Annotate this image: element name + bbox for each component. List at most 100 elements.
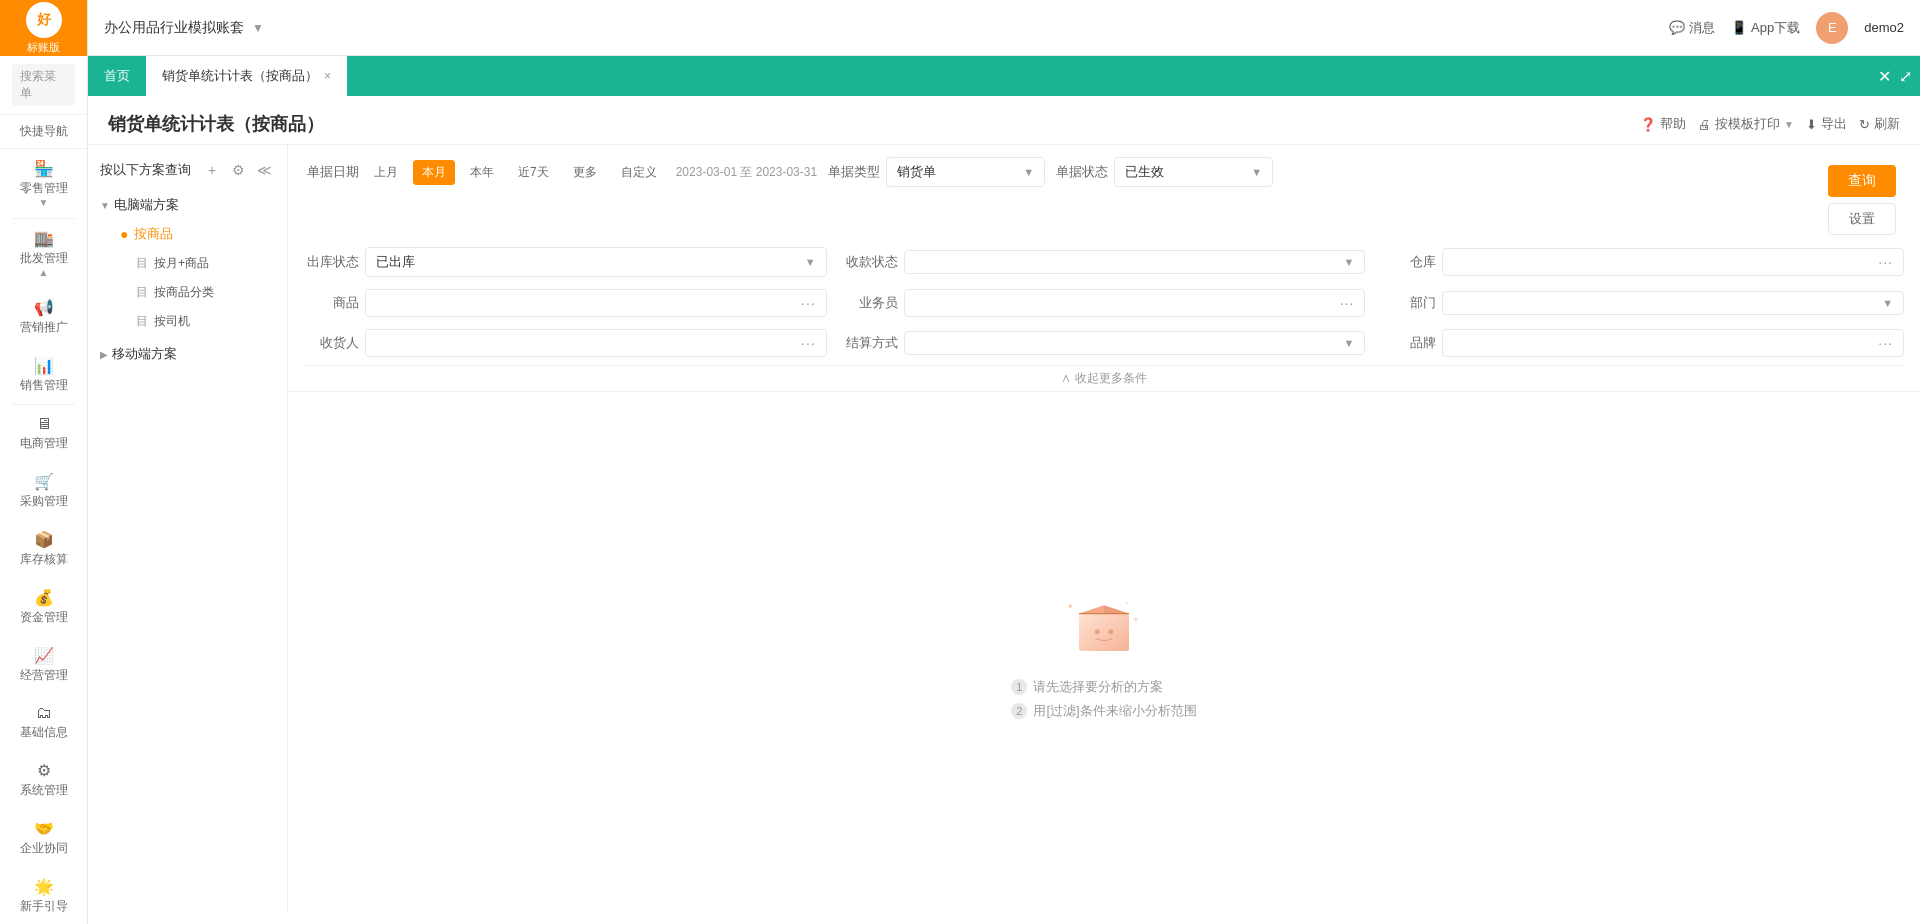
sidebar-item-marketing[interactable]: 📢 营销推广 <box>0 288 87 346</box>
empty-illustration: ✦ ✦ ✦ <box>1054 586 1154 666</box>
avatar-text: E <box>1828 20 1837 35</box>
more-btn[interactable]: 更多 <box>564 160 606 185</box>
salesperson-select[interactable]: ··· <box>904 289 1366 317</box>
scheme-subitem-month-product[interactable]: 目 按月+商品 <box>88 249 287 278</box>
brand-label: 品牌 <box>1381 334 1436 352</box>
page-title: 销货单统计计表（按商品） <box>108 112 324 136</box>
salesperson-cell: 业务员 ··· <box>843 289 1366 317</box>
message-label: 消息 <box>1689 19 1715 37</box>
home-tab-label: 首页 <box>104 67 130 85</box>
this-year-btn[interactable]: 本年 <box>461 160 503 185</box>
export-btn[interactable]: ⬇ 导出 <box>1806 115 1847 133</box>
sidebar-item-operations[interactable]: 📈 经营管理 <box>0 636 87 694</box>
sidebar-item-sales[interactable]: 📊 销售管理 <box>0 346 87 404</box>
quick-nav[interactable]: 快捷导航 <box>0 115 87 149</box>
last7-btn[interactable]: 近7天 <box>509 160 558 185</box>
product-select[interactable]: ··· <box>365 289 827 317</box>
sidebar-item-system[interactable]: ⚙ 系统管理 <box>0 751 87 809</box>
svg-text:✦: ✦ <box>1125 600 1129 606</box>
scheme-group-desktop-header[interactable]: ▼ 电脑端方案 <box>88 191 287 219</box>
export-label: 导出 <box>1821 115 1847 133</box>
help-icon: ❓ <box>1640 117 1656 132</box>
mobile-group-arrow: ▶ <box>100 349 108 360</box>
filter-area: 单据日期 上月 本月 本年 近7天 更多 自定义 2023-03-01 至 20… <box>288 145 1920 392</box>
data-area: ✦ ✦ ✦ 1 请先选择要分析的方案 2 用[过滤]条件来缩小分析范围 <box>288 392 1920 913</box>
sidebar-item-purchase[interactable]: 🛒 采购管理 <box>0 462 87 520</box>
retail-arrow: ▼ <box>39 197 49 208</box>
bill-type-select[interactable]: 销货单 ▼ <box>886 157 1045 187</box>
salesperson-label: 业务员 <box>843 294 898 312</box>
page-header: 销货单统计计表（按商品） ❓ 帮助 🖨 按模板打印 ▼ ⬇ 导出 ↻ 刷新 <box>88 96 1920 145</box>
by-product-icon: ● <box>120 226 128 242</box>
search-input-fake[interactable]: 搜索菜单 <box>12 64 75 106</box>
tab-maximize[interactable]: ⤢ <box>1899 67 1912 86</box>
page-content: 销货单统计计表（按商品） ❓ 帮助 🖨 按模板打印 ▼ ⬇ 导出 ↻ 刷新 <box>88 96 1920 924</box>
refresh-icon: ↻ <box>1859 117 1870 132</box>
warehouse-select[interactable]: ··· <box>1442 248 1904 276</box>
last-month-btn[interactable]: 上月 <box>365 160 407 185</box>
query-btn[interactable]: 查询 <box>1828 165 1896 197</box>
scheme-subitem-driver[interactable]: 目 按司机 <box>88 307 287 336</box>
scheme-settings-btn[interactable]: ⚙ <box>227 159 249 181</box>
system-icon: ⚙ <box>37 761 51 780</box>
search-area[interactable]: 搜索菜单 <box>0 56 87 115</box>
search-label: 搜索菜单 <box>20 69 56 100</box>
help-label: 帮助 <box>1660 115 1686 133</box>
scheme-subitem-category[interactable]: 目 按商品分类 <box>88 278 287 307</box>
tab-home[interactable]: 首页 <box>88 56 146 96</box>
bill-status-select[interactable]: 已生效 ▼ <box>1114 157 1273 187</box>
this-month-btn[interactable]: 本月 <box>413 160 455 185</box>
scheme-group-mobile-header[interactable]: ▶ 移动端方案 <box>88 340 287 368</box>
setting-btn[interactable]: 设置 <box>1828 203 1896 235</box>
sidebar-item-retail[interactable]: 🏪 零售管理 ▼ <box>0 149 87 218</box>
sidebar-item-agreement[interactable]: 🤝 企业协同 <box>0 809 87 867</box>
app-download-btn[interactable]: 📱 App下载 <box>1731 19 1800 37</box>
filter-row-1-left: 单据日期 上月 本月 本年 近7天 更多 自定义 2023-03-01 至 20… <box>304 157 1828 187</box>
date-range-display: 2023-03-01 至 2023-03-31 <box>676 164 817 181</box>
marketing-icon: 📢 <box>34 298 54 317</box>
tab-close-icon[interactable]: × <box>324 69 331 83</box>
tab-close-window[interactable]: ✕ <box>1878 67 1891 86</box>
bill-type-arrow: ▼ <box>1023 166 1034 178</box>
scheme-panel-actions: + ⚙ ≪ <box>201 159 275 181</box>
sidebar-item-inventory[interactable]: 📦 库存核算 <box>0 520 87 578</box>
filter-row-1: 单据日期 上月 本月 本年 近7天 更多 自定义 2023-03-01 至 20… <box>304 157 1904 235</box>
tabbar: 首页 销货单统计计表（按商品） × ✕ ⤢ <box>88 56 1920 96</box>
settlement-select[interactable]: ▼ <box>904 331 1366 355</box>
refresh-btn[interactable]: ↻ 刷新 <box>1859 115 1900 133</box>
logo[interactable]: 好 标账版 <box>0 0 87 56</box>
tab-active[interactable]: 销货单统计计表（按商品） × <box>146 56 347 96</box>
sidebar-item-basics[interactable]: 🗂 基础信息 <box>0 694 87 751</box>
content-layout: 按以下方案查询 + ⚙ ≪ ▼ 电脑端方案 ● 按商品 <box>88 145 1920 913</box>
by-product-label: 按商品 <box>134 225 173 243</box>
print-btn[interactable]: 🖨 按模板打印 ▼ <box>1698 115 1794 133</box>
user-avatar[interactable]: E <box>1816 12 1848 44</box>
settlement-arrow: ▼ <box>1343 337 1354 349</box>
sidebar-item-finance[interactable]: 💰 资金管理 <box>0 578 87 636</box>
help-btn[interactable]: ❓ 帮助 <box>1640 115 1686 133</box>
receiver-select[interactable]: ··· <box>365 329 827 357</box>
topbar-dropdown-icon[interactable]: ▼ <box>252 21 264 35</box>
message-btn[interactable]: 💬 消息 <box>1669 19 1715 37</box>
svg-text:✦: ✦ <box>1066 601 1073 611</box>
finance-icon: 💰 <box>34 588 54 607</box>
scheme-collapse-btn[interactable]: ≪ <box>253 159 275 181</box>
sales-icon: 📊 <box>34 356 54 375</box>
scheme-group-mobile: ▶ 移动端方案 <box>88 340 287 368</box>
bill-status-arrow: ▼ <box>1251 166 1262 178</box>
out-status-cell: 出库状态 已出库 ▼ <box>304 247 827 277</box>
receiver-dots: ··· <box>801 335 816 351</box>
receipt-status-select[interactable]: ▼ <box>904 250 1366 274</box>
scheme-add-btn[interactable]: + <box>201 159 223 181</box>
department-select[interactable]: ▼ <box>1442 291 1904 315</box>
out-status-select[interactable]: 已出库 ▼ <box>365 247 827 277</box>
sidebar-item-newbie[interactable]: 🌟 新手引导 <box>0 867 87 924</box>
collapse-bar[interactable]: ∧ 收起更多条件 <box>304 365 1904 391</box>
product-cell: 商品 ··· <box>304 289 827 317</box>
sidebar-item-ecommerce[interactable]: 🖥 电商管理 <box>0 405 87 462</box>
print-arrow: ▼ <box>1784 119 1794 130</box>
scheme-item-by-product[interactable]: ● 按商品 <box>88 219 287 249</box>
sidebar-item-wholesale[interactable]: 🏬 批发管理 ▲ <box>0 219 87 288</box>
brand-select[interactable]: ··· <box>1442 329 1904 357</box>
custom-btn[interactable]: 自定义 <box>612 160 666 185</box>
